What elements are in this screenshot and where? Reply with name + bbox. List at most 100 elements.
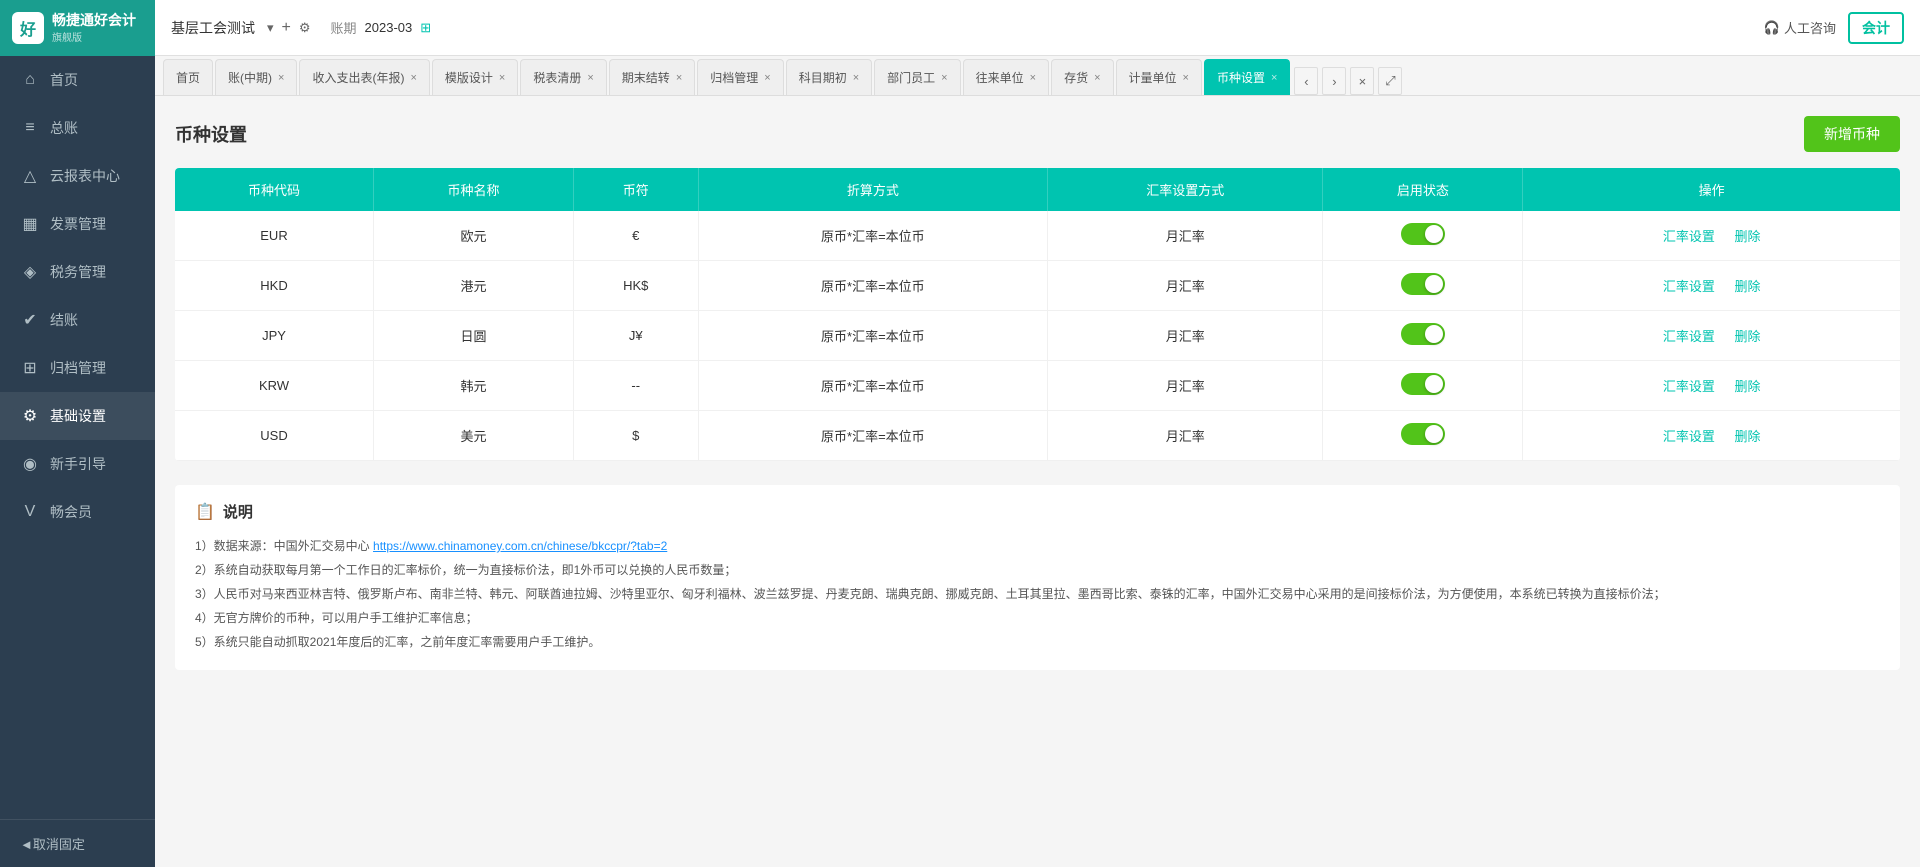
cell-status-3 — [1323, 361, 1523, 411]
tab-close-period[interactable]: × — [278, 72, 284, 84]
toggle-enabled-3[interactable] — [1401, 373, 1445, 395]
tab-archive[interactable]: 归档管理 × — [697, 59, 783, 95]
cell-status-2 — [1323, 311, 1523, 361]
sidebar-item-home[interactable]: ⌂ 首页 — [0, 56, 155, 104]
note-item-0: 1）数据来源：中国外汇交易中心 https://www.chinamoney.c… — [195, 534, 1880, 558]
tab-close-tax-table[interactable]: × — [587, 72, 593, 84]
tab-close-period-end[interactable]: × — [676, 72, 682, 84]
cell-symbol-3: -- — [573, 361, 698, 411]
note-item-4: 5）系统只能自动抓取2021年度后的汇率，之前年度汇率需要用户手工维护。 — [195, 630, 1880, 654]
sidebar-item-archive[interactable]: ⊞ 归档管理 — [0, 344, 155, 392]
rate-setting-link-2[interactable]: 汇率设置 — [1663, 329, 1715, 344]
tab-fullscreen[interactable]: ⤢ — [1378, 67, 1402, 95]
tab-close-income-report[interactable]: × — [410, 72, 416, 84]
cell-code-3: KRW — [175, 361, 374, 411]
toggle-enabled-1[interactable] — [1401, 273, 1445, 295]
tab-close-unit[interactable]: × — [1183, 72, 1189, 84]
tab-nav-prev[interactable]: ‹ — [1294, 67, 1318, 95]
sidebar-item-ledger[interactable]: ≡ 总账 — [0, 104, 155, 152]
tab-label-subject-initial: 科目期初 — [799, 69, 847, 86]
toggle-enabled-0[interactable] — [1401, 223, 1445, 245]
tab-tax-table[interactable]: 税表清册 × — [520, 59, 606, 95]
note-item-2: 3）人民币对马来西亚林吉特、俄罗斯卢布、南非兰特、韩元、阿联酋迪拉姆、沙特里亚尔… — [195, 582, 1880, 606]
cell-actions-3: 汇率设置 删除 — [1523, 361, 1900, 411]
help-button[interactable]: 🎧 人工咨询 — [1764, 18, 1836, 37]
toggle-enabled-4[interactable] — [1401, 423, 1445, 445]
topbar-actions: ▾ + ⚙ — [267, 19, 311, 37]
tab-department[interactable]: 部门员工 × — [874, 59, 960, 95]
delete-link-4[interactable]: 删除 — [1735, 429, 1761, 444]
tab-inventory[interactable]: 存货 × — [1051, 59, 1113, 95]
tab-home[interactable]: 首页 — [163, 59, 213, 95]
sidebar: 好 畅捷通好会计 旗舰版 ⌂ 首页 ≡ 总账 △ 云报表中心 ▦ 发票管理 ◈ … — [0, 0, 155, 867]
account-button[interactable]: 会计 — [1848, 12, 1904, 44]
sidebar-item-tax[interactable]: ◈ 税务管理 — [0, 248, 155, 296]
note-section: 📋 说明 1）数据来源：中国外汇交易中心 https://www.chinamo… — [175, 485, 1900, 670]
tab-currency[interactable]: 币种设置 × — [1204, 59, 1290, 95]
tab-close-subject-initial[interactable]: × — [853, 72, 859, 84]
period-display: 账期 2023-03 ⊞ — [331, 18, 432, 37]
cell-actions-1: 汇率设置 删除 — [1523, 261, 1900, 311]
sidebar-label-invoice: 发票管理 — [50, 214, 106, 234]
delete-link-3[interactable]: 删除 — [1735, 379, 1761, 394]
settings-gear-icon[interactable]: ⚙ — [299, 20, 311, 36]
calendar-icon[interactable]: ⊞ — [420, 20, 431, 36]
sidebar-label-settlement: 结账 — [50, 310, 78, 330]
tab-close-template[interactable]: × — [499, 72, 505, 84]
toggle-enabled-2[interactable] — [1401, 323, 1445, 345]
sidebar-item-reports[interactable]: △ 云报表中心 — [0, 152, 155, 200]
sidebar-label-tax: 税务管理 — [50, 262, 106, 282]
sidebar-item-settlement[interactable]: ✔ 结账 — [0, 296, 155, 344]
tab-close-customers[interactable]: × — [1030, 72, 1036, 84]
app-edition: 旗舰版 — [52, 29, 136, 44]
sidebar-item-member[interactable]: V 畅会员 — [0, 488, 155, 536]
tab-subject-initial[interactable]: 科目期初 × — [786, 59, 872, 95]
tab-close-inventory[interactable]: × — [1094, 72, 1100, 84]
new-currency-button[interactable]: 新增币种 — [1804, 116, 1900, 152]
cell-rate-type-4: 月汇率 — [1048, 411, 1323, 461]
rate-setting-link-1[interactable]: 汇率设置 — [1663, 279, 1715, 294]
rate-setting-link-0[interactable]: 汇率设置 — [1663, 229, 1715, 244]
period-value: 2023-03 — [365, 20, 413, 35]
tab-customers[interactable]: 往来单位 × — [963, 59, 1049, 95]
cell-name-0: 欧元 — [374, 211, 574, 261]
table-row: HKD 港元 HK$ 原币*汇率=本位币 月汇率 汇率设置 删除 — [175, 261, 1900, 311]
sidebar-label-member: 畅会员 — [50, 502, 92, 522]
col-symbol: 币符 — [573, 168, 698, 211]
sidebar-label-archive: 归档管理 — [50, 358, 106, 378]
dropdown-icon[interactable]: ▾ — [267, 20, 274, 36]
sidebar-label-home: 首页 — [50, 70, 78, 90]
tab-close-currency[interactable]: × — [1271, 72, 1277, 84]
table-row: USD 美元 $ 原币*汇率=本位币 月汇率 汇率设置 删除 — [175, 411, 1900, 461]
tab-label-inventory: 存货 — [1064, 69, 1088, 86]
currency-table: 币种代码 币种名称 币符 折算方式 汇率设置方式 启用状态 操作 EUR 欧元 … — [175, 168, 1900, 461]
add-icon[interactable]: + — [282, 19, 291, 37]
delete-link-0[interactable]: 删除 — [1735, 229, 1761, 244]
tab-close-department[interactable]: × — [941, 72, 947, 84]
delete-link-1[interactable]: 删除 — [1735, 279, 1761, 294]
rate-setting-link-4[interactable]: 汇率设置 — [1663, 429, 1715, 444]
delete-link-2[interactable]: 删除 — [1735, 329, 1761, 344]
tab-template[interactable]: 模版设计 × — [432, 59, 518, 95]
cell-code-2: JPY — [175, 311, 374, 361]
sidebar-item-invoice[interactable]: ▦ 发票管理 — [0, 200, 155, 248]
cell-actions-4: 汇率设置 删除 — [1523, 411, 1900, 461]
tab-unit[interactable]: 计量单位 × — [1116, 59, 1202, 95]
sidebar-item-settings[interactable]: ⚙ 基础设置 — [0, 392, 155, 440]
rate-setting-link-3[interactable]: 汇率设置 — [1663, 379, 1715, 394]
tab-income-report[interactable]: 收入支出表(年报) × — [299, 59, 429, 95]
sidebar-pin-toggle[interactable]: ◄取消固定 — [0, 819, 155, 867]
tab-period[interactable]: 账(中期) × — [215, 59, 297, 95]
tab-nav-next[interactable]: › — [1322, 67, 1346, 95]
cell-name-1: 港元 — [374, 261, 574, 311]
tab-close-archive[interactable]: × — [764, 72, 770, 84]
tab-close-all[interactable]: × — [1350, 67, 1374, 95]
cell-name-4: 美元 — [374, 411, 574, 461]
invoice-icon: ▦ — [20, 214, 40, 234]
settlement-icon: ✔ — [20, 310, 40, 330]
note-link[interactable]: https://www.chinamoney.com.cn/chinese/bk… — [373, 539, 667, 553]
col-status: 启用状态 — [1323, 168, 1523, 211]
cell-name-3: 韩元 — [374, 361, 574, 411]
tab-period-end[interactable]: 期末结转 × — [609, 59, 695, 95]
sidebar-item-guide[interactable]: ◉ 新手引导 — [0, 440, 155, 488]
